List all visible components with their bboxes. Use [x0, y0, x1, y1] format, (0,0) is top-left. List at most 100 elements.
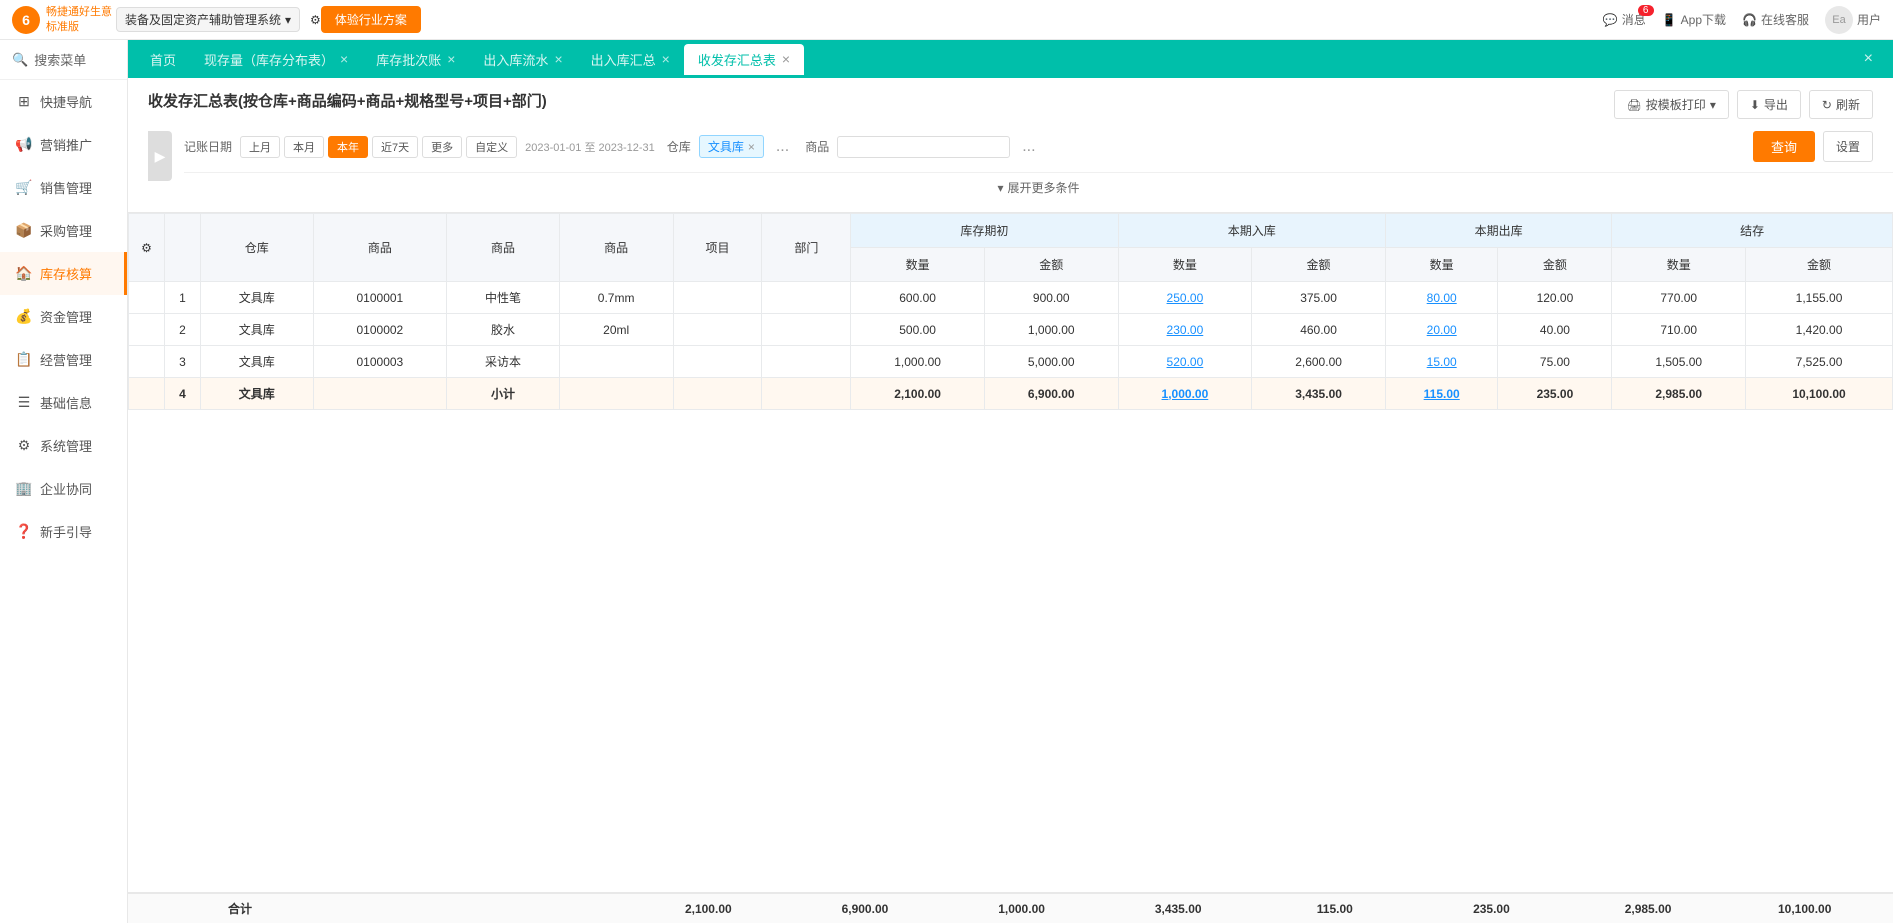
row-spec-cell: [559, 346, 673, 378]
window-close-icon[interactable]: ×: [1852, 50, 1885, 68]
sidebar-item-marketing[interactable]: 📢 营销推广: [0, 123, 127, 166]
table-row: 2 文具库 0100002 胶水 20ml 500.00 1,000.00 23…: [129, 314, 1893, 346]
chevron-down-icon: ▾: [285, 13, 291, 27]
date-btn-this-month[interactable]: 本月: [284, 136, 324, 158]
app-download-action[interactable]: 📱 App下载: [1662, 11, 1726, 28]
row-out-qty-link[interactable]: 15.00: [1427, 355, 1457, 369]
date-btn-custom[interactable]: 自定义: [466, 136, 517, 158]
basic-icon: ☰: [16, 395, 32, 411]
setting-button[interactable]: 设置: [1823, 131, 1873, 162]
logo-icon: 6: [12, 6, 40, 34]
sidebar-item-quick-nav[interactable]: ⊞ 快捷导航: [0, 80, 127, 123]
warehouse-tag[interactable]: 文具库 ×: [699, 135, 764, 158]
date-btn-more[interactable]: 更多: [422, 136, 462, 158]
query-button[interactable]: 查询: [1753, 131, 1815, 162]
warehouse-tag-close[interactable]: ×: [748, 140, 755, 154]
home-icon: ⊞: [16, 94, 32, 110]
row-out-amt-cell: 75.00: [1498, 346, 1612, 378]
headset-icon: 🎧: [1742, 13, 1757, 27]
system-selector[interactable]: 装备及固定资产辅助管理系统 ▾: [116, 7, 300, 32]
sidebar-item-guide[interactable]: ❓ 新手引导: [0, 510, 127, 553]
chevron-down-icon: ▾: [997, 181, 1003, 195]
footer-balance-amt: 10,100.00: [1726, 902, 1883, 916]
table-footer: 合计 2,100.00 6,900.00 1,000.00 3,435.00 1…: [128, 892, 1893, 923]
row-out-qty-link[interactable]: 80.00: [1427, 291, 1457, 305]
collapse-filter-button[interactable]: ▶: [148, 131, 172, 181]
expand-conditions-button[interactable]: ▾ 展开更多条件: [997, 179, 1079, 196]
row-start-qty-cell: 600.00: [851, 282, 985, 314]
settings-icon[interactable]: ⚙: [310, 13, 321, 27]
row-in-amt-cell: 460.00: [1252, 314, 1386, 346]
sidebar-item-corp[interactable]: 🏢 企业协同: [0, 467, 127, 510]
table-header-in-qty: 数量: [1118, 248, 1252, 282]
table-header-period-start-amt: 金额: [984, 248, 1118, 282]
sidebar-item-inventory[interactable]: 🏠 库存核算: [0, 252, 127, 295]
sidebar-item-finance[interactable]: 💰 资金管理: [0, 295, 127, 338]
sidebar-item-operations[interactable]: 📋 经营管理: [0, 338, 127, 381]
tab-close-inventory-dist[interactable]: ×: [340, 51, 348, 67]
tab-receive-summary[interactable]: 收发存汇总表 ×: [684, 44, 804, 75]
tab-close-batch[interactable]: ×: [447, 51, 455, 67]
row-settings-cell: [129, 314, 165, 346]
row-settings-cell: [129, 282, 165, 314]
date-filter-label: 记账日期: [184, 138, 232, 155]
row-balance-qty-cell: 770.00: [1612, 282, 1746, 314]
sidebar-item-search[interactable]: 🔍 搜索菜单: [0, 40, 127, 80]
row-in-qty-link[interactable]: 250.00: [1167, 291, 1204, 305]
table-header-settings[interactable]: ⚙: [129, 214, 165, 282]
row-num-cell: 3: [165, 346, 201, 378]
row-out-qty-link[interactable]: 20.00: [1427, 323, 1457, 337]
message-icon: 💬: [1603, 13, 1618, 27]
row-out-qty-cell: 20.00: [1385, 314, 1498, 346]
date-btn-this-year[interactable]: 本年: [328, 136, 368, 158]
row-in-qty-link[interactable]: 520.00: [1167, 355, 1204, 369]
goods-more-icon[interactable]: ...: [1018, 138, 1039, 156]
brand-text: 畅捷通好生意 标准版: [46, 5, 112, 34]
row-in-amt-cell: 2,600.00: [1252, 346, 1386, 378]
sidebar-item-purchase[interactable]: 📦 采购管理: [0, 209, 127, 252]
subtotal-in-qty-cell: 1,000.00: [1118, 378, 1252, 410]
trial-button[interactable]: 体验行业方案: [321, 6, 421, 33]
tab-batch[interactable]: 库存批次账 ×: [362, 44, 469, 75]
tab-inventory-dist[interactable]: 现存量（库存分布表） ×: [190, 44, 362, 75]
row-num-cell: 2: [165, 314, 201, 346]
tab-home[interactable]: 首页: [136, 44, 190, 75]
online-service-action[interactable]: 🎧 在线客服: [1742, 11, 1809, 28]
subtotal-settings-cell: [129, 378, 165, 410]
top-bar-actions: 💬 消息 6 📱 App下载 🎧 在线客服 Ea 用户: [1603, 6, 1881, 34]
date-btn-last-month[interactable]: 上月: [240, 136, 280, 158]
tab-bar: 首页 现存量（库存分布表） × 库存批次账 × 出入库流水 × 出入库汇总 ×: [128, 40, 1893, 78]
message-action[interactable]: 💬 消息 6: [1603, 11, 1646, 28]
row-dept-cell: [762, 314, 851, 346]
expand-more-row: ▾ 展开更多条件: [184, 172, 1893, 202]
export-button[interactable]: ⬇ 导出: [1737, 90, 1801, 119]
sidebar-item-system[interactable]: ⚙ 系统管理: [0, 424, 127, 467]
table-header-goods-name: 商品: [447, 214, 560, 282]
system-icon: ⚙: [16, 438, 32, 454]
tab-close-inout-flow[interactable]: ×: [554, 51, 562, 67]
sales-icon: 🛒: [16, 180, 32, 196]
tab-inout-summary[interactable]: 出入库汇总 ×: [577, 44, 684, 75]
table-header-project: 项目: [673, 214, 762, 282]
print-button[interactable]: 🖨 按模板打印 ▾: [1614, 90, 1729, 119]
row-in-qty-link[interactable]: 230.00: [1167, 323, 1204, 337]
subtotal-out-qty-link[interactable]: 115.00: [1424, 387, 1460, 401]
refresh-button[interactable]: ↻ 刷新: [1809, 90, 1873, 119]
date-btn-7days[interactable]: 近7天: [372, 136, 418, 158]
sidebar-item-sales[interactable]: 🛒 销售管理: [0, 166, 127, 209]
tab-inout-flow[interactable]: 出入库流水 ×: [469, 44, 576, 75]
tab-close-inout-summary[interactable]: ×: [662, 51, 670, 67]
corp-icon: 🏢: [16, 481, 32, 497]
subtotal-in-qty-link[interactable]: 1,000.00: [1162, 387, 1209, 401]
top-bar: 6 畅捷通好生意 标准版 装备及固定资产辅助管理系统 ▾ ⚙ 体验行业方案 💬 …: [0, 0, 1893, 40]
row-dept-cell: [762, 346, 851, 378]
sidebar-item-basic[interactable]: ☰ 基础信息: [0, 381, 127, 424]
warehouse-more-icon[interactable]: ...: [772, 138, 793, 156]
goods-filter-section: 商品 ...: [805, 136, 1039, 158]
user-action[interactable]: Ea 用户: [1825, 6, 1881, 34]
subtotal-project-cell: [673, 378, 762, 410]
avatar: Ea: [1825, 6, 1853, 34]
goods-input[interactable]: [837, 136, 1010, 158]
table-wrapper: ⚙ 仓库 商品 商品 商品 项目 部门 库存期初 本期入库 本期出库: [128, 213, 1893, 892]
tab-close-receive-summary[interactable]: ×: [782, 51, 790, 67]
